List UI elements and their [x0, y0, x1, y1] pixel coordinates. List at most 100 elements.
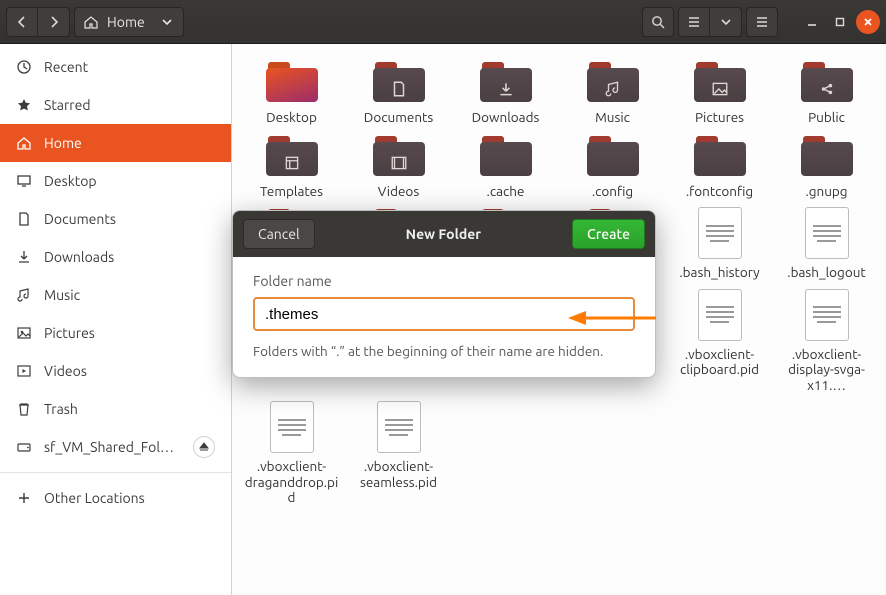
folder-icon: [371, 134, 427, 178]
search-button[interactable]: [642, 7, 674, 37]
text-file-icon: [698, 289, 742, 341]
sidebar-item-label: Starred: [44, 97, 91, 113]
folder-icon: [799, 134, 855, 178]
folder-icon: [478, 60, 534, 104]
create-button[interactable]: Create: [572, 219, 645, 249]
file-item[interactable]: Pictures: [668, 60, 771, 126]
annotation-arrow-icon: [568, 306, 658, 330]
chevron-down-icon: [718, 14, 734, 30]
sidebar-separator: [0, 472, 231, 473]
sidebar-item-home[interactable]: Home: [0, 124, 231, 162]
nav-back-forward: [6, 7, 70, 37]
forward-button[interactable]: [38, 7, 70, 37]
sidebar-item-desktop[interactable]: Desktop: [0, 162, 231, 200]
sidebar-item-shared-folder[interactable]: sf_VM_Shared_Folder: [0, 428, 231, 466]
home-icon: [83, 14, 99, 30]
plus-icon: [16, 490, 32, 506]
file-label: Music: [595, 110, 630, 126]
sidebar-item-label: Trash: [44, 401, 78, 417]
sidebar-item-label: Home: [44, 135, 82, 151]
folder-icon: [585, 134, 641, 178]
create-button-label: Create: [587, 226, 630, 242]
sidebar-item-downloads[interactable]: Downloads: [0, 238, 231, 276]
file-label: Downloads: [472, 110, 540, 126]
sidebar-item-music[interactable]: Music: [0, 276, 231, 314]
dialog-hint: Folders with “.” at the beginning of the…: [253, 343, 635, 359]
file-item[interactable]: Documents: [347, 60, 450, 126]
sidebar-item-other-locations[interactable]: Other Locations: [0, 479, 231, 517]
file-item[interactable]: .bash_logout: [775, 207, 878, 281]
file-label: .vboxclient-seamless.pid: [349, 459, 449, 490]
folder-icon: [585, 60, 641, 104]
folder-icon: [692, 134, 748, 178]
file-item[interactable]: Videos: [347, 134, 450, 200]
dialog-header: Cancel New Folder Create: [233, 211, 655, 257]
list-view-button[interactable]: [678, 7, 710, 37]
clock-icon: [16, 59, 32, 75]
dialog-title: New Folder: [406, 226, 481, 242]
sidebar-item-trash[interactable]: Trash: [0, 390, 231, 428]
maximize-icon: [834, 16, 846, 28]
file-item[interactable]: .bash_history: [668, 207, 771, 281]
sidebar-item-label: Music: [44, 287, 80, 303]
file-label: .bash_history: [679, 265, 759, 281]
file-label: Documents: [364, 110, 433, 126]
file-item[interactable]: .fontconfig: [668, 134, 771, 200]
file-item[interactable]: .cache: [454, 134, 557, 200]
file-label: Pictures: [695, 110, 744, 126]
sidebar-item-label: Other Locations: [44, 490, 145, 506]
folder-icon: [264, 134, 320, 178]
file-item[interactable]: Public: [775, 60, 878, 126]
folder-icon: [371, 60, 427, 104]
file-label: .bash_logout: [787, 265, 865, 281]
eject-button[interactable]: [193, 436, 215, 458]
sidebar-item-label: Recent: [44, 59, 88, 75]
text-file-icon: [698, 207, 742, 259]
window-maximize-button[interactable]: [828, 10, 852, 34]
chevron-right-icon: [46, 14, 62, 30]
text-file-icon: [805, 289, 849, 341]
close-icon: [862, 16, 874, 28]
path-bar[interactable]: Home: [74, 7, 184, 37]
desktop-icon: [16, 173, 32, 189]
sidebar-item-pictures[interactable]: Pictures: [0, 314, 231, 352]
folder-name-label: Folder name: [253, 273, 635, 289]
eject-icon: [199, 442, 209, 452]
list-icon: [686, 14, 702, 30]
back-button[interactable]: [6, 7, 38, 37]
sidebar-item-recent[interactable]: Recent: [0, 48, 231, 86]
window-titlebar: Home: [0, 0, 886, 44]
file-item[interactable]: .gnupg: [775, 134, 878, 200]
file-label: Desktop: [266, 110, 317, 126]
minimize-icon: [806, 16, 818, 28]
file-item[interactable]: Downloads: [454, 60, 557, 126]
cancel-button[interactable]: Cancel: [243, 219, 315, 249]
trash-icon: [16, 401, 32, 417]
sidebar-item-documents[interactable]: Documents: [0, 200, 231, 238]
text-file-icon: [270, 401, 314, 453]
file-item[interactable]: Music: [561, 60, 664, 126]
window-close-button[interactable]: [856, 10, 880, 34]
file-label: Templates: [260, 184, 323, 200]
sidebar-item-videos[interactable]: Videos: [0, 352, 231, 390]
folder-icon: [264, 60, 320, 104]
file-item[interactable]: Desktop: [240, 60, 343, 126]
text-file-icon: [377, 401, 421, 453]
sidebar-item-starred[interactable]: Starred: [0, 86, 231, 124]
file-item[interactable]: .vboxclient-clipboard.pid: [668, 289, 771, 394]
chevron-left-icon: [14, 14, 30, 30]
file-item[interactable]: .vboxclient-draganddrop.pid: [240, 401, 343, 506]
folder-icon: [692, 60, 748, 104]
file-label: .config: [592, 184, 633, 200]
places-sidebar: Recent Starred Home Desktop Documents Do…: [0, 44, 232, 595]
new-folder-dialog: Cancel New Folder Create Folder name Fol…: [232, 210, 656, 378]
file-label: .vboxclient-clipboard.pid: [670, 347, 770, 378]
file-item[interactable]: .config: [561, 134, 664, 200]
file-item[interactable]: .vboxclient-display-svga-x11.…: [775, 289, 878, 394]
file-label: .cache: [487, 184, 525, 200]
file-item[interactable]: .vboxclient-seamless.pid: [347, 401, 450, 506]
window-minimize-button[interactable]: [800, 10, 824, 34]
view-options-button[interactable]: [710, 7, 742, 37]
hamburger-menu-button[interactable]: [746, 7, 778, 37]
file-item[interactable]: Templates: [240, 134, 343, 200]
